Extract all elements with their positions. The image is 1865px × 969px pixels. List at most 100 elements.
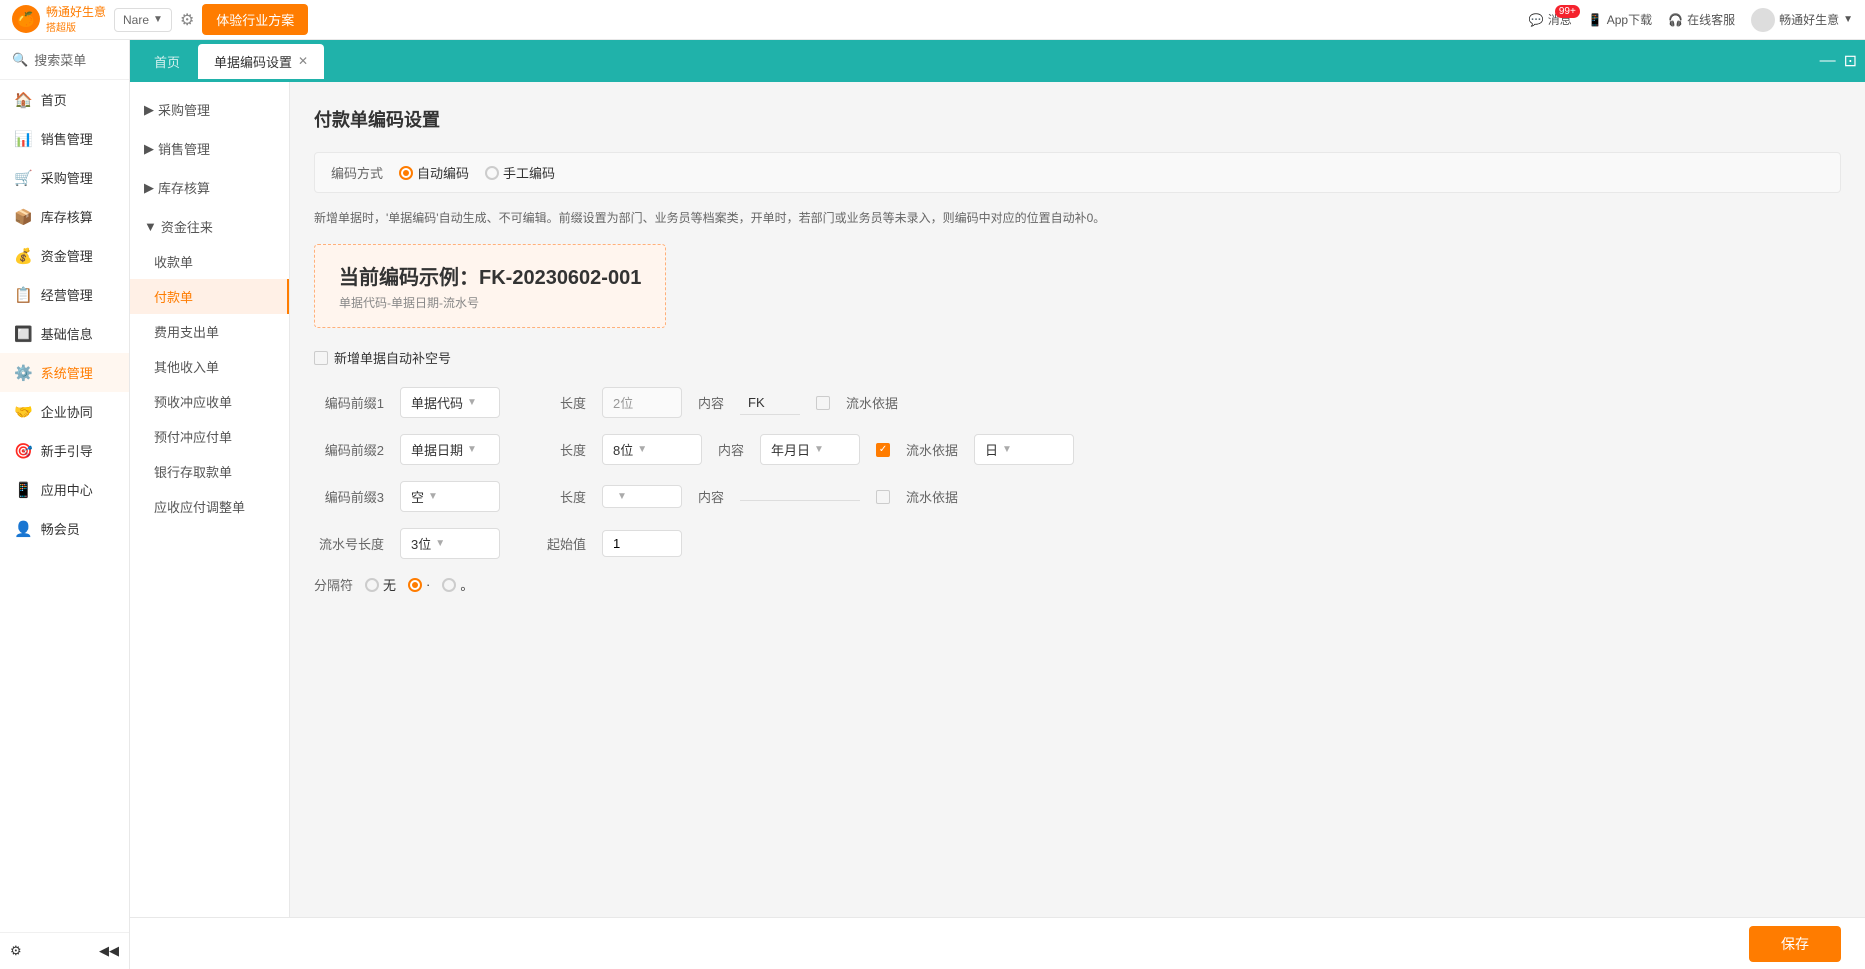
- content2-select[interactable]: 年月日 ▼: [760, 434, 860, 465]
- user-chevron-icon: ▼: [1843, 14, 1853, 25]
- sidebar-item-guide[interactable]: 🎯 新手引导: [0, 431, 129, 470]
- sep-other-radio[interactable]: 。: [442, 575, 473, 594]
- sep-none-label: 无: [383, 575, 396, 594]
- dropdown-text: Nare: [123, 13, 149, 27]
- tab-barcode-settings[interactable]: 单据编码设置 ✕: [198, 44, 324, 79]
- prefix2-label: 编码前缀2: [314, 440, 384, 459]
- sidebar-item-member[interactable]: 👤 畅会员: [0, 509, 129, 548]
- logo-sub: 搭超版: [46, 19, 106, 34]
- bottom-bar: 保存: [130, 917, 1865, 969]
- start-value-input[interactable]: [602, 530, 682, 557]
- sub-group-inventory-calc-title[interactable]: ▶ 库存核算: [130, 170, 289, 205]
- sidebar-label: 企业协同: [41, 402, 93, 421]
- sub-group-capital: ▼ 资金往来 收款单 付款单 费用支出单 其他收入单 预收冲应收单 预付冲应付单…: [130, 209, 289, 524]
- minimize-icon[interactable]: —: [1820, 52, 1836, 70]
- sub-item-payment[interactable]: 付款单: [130, 279, 289, 314]
- sidebar-bottom: ⚙ ◀◀: [0, 932, 129, 969]
- auto-fill-checkbox[interactable]: [314, 351, 328, 365]
- maximize-icon[interactable]: ⊡: [1844, 51, 1857, 71]
- gear-icon[interactable]: ⚙: [180, 10, 194, 30]
- sub-item-receipt[interactable]: 收款单: [130, 244, 289, 279]
- sub-group-sales-out-title[interactable]: ▶ 销售管理: [130, 131, 289, 166]
- sidebar-label: 基础信息: [41, 324, 93, 343]
- content3-value: [740, 492, 860, 501]
- sep-dot-radio[interactable]: ·: [408, 577, 430, 592]
- sidebar-item-finance[interactable]: 💰 资金管理: [0, 236, 129, 275]
- collapse-icon[interactable]: ◀◀: [99, 943, 119, 959]
- finance-icon: 💰: [14, 247, 33, 265]
- sub-item-prepay-pay[interactable]: 预付冲应付单: [130, 419, 289, 454]
- app-download-button[interactable]: 📱 App下载: [1588, 11, 1652, 28]
- encoding-mode-radio-group: 自动编码 手工编码: [399, 163, 555, 182]
- sidebar-item-cooperation[interactable]: 🤝 企业协同: [0, 392, 129, 431]
- online-service-button[interactable]: 🎧 在线客服: [1668, 11, 1735, 28]
- app-icon: 📱: [1588, 13, 1603, 27]
- sep-dot-circle: [408, 578, 422, 592]
- serial1-label: 流水依据: [846, 393, 898, 412]
- sub-group-purchase-title[interactable]: ▶ 采购管理: [130, 92, 289, 127]
- sales-icon: 📊: [14, 130, 33, 148]
- logo-text: 畅通好生意: [46, 5, 106, 19]
- length2-value: 8位: [613, 440, 633, 459]
- content2-label: 内容: [718, 440, 744, 459]
- chevron-right-icon: ▶: [144, 180, 154, 196]
- sub-item-other-income[interactable]: 其他收入单: [130, 349, 289, 384]
- sidebar-item-home[interactable]: 🏠 首页: [0, 80, 129, 119]
- sub-item-receive-pay-adj[interactable]: 应收应付调整单: [130, 489, 289, 524]
- length2-select[interactable]: 8位 ▼: [602, 434, 702, 465]
- prefix3-row: 编码前缀3 空 ▼ 长度 ▼ 内容 流水依据: [314, 481, 1841, 512]
- experience-button[interactable]: 体验行业方案: [202, 4, 308, 35]
- save-button[interactable]: 保存: [1749, 926, 1841, 962]
- content1-label: 内容: [698, 393, 724, 412]
- topbar-dropdown[interactable]: Nare ▼: [114, 8, 172, 32]
- sidebar-label: 库存核算: [41, 207, 93, 226]
- sidebar-search[interactable]: 🔍 搜索菜单: [0, 40, 129, 80]
- length3-select[interactable]: ▼: [602, 485, 682, 508]
- length3-label: 长度: [516, 487, 586, 506]
- sidebar-item-system[interactable]: ⚙️ 系统管理: [0, 353, 129, 392]
- sub-group-inventory-calc: ▶ 库存核算: [130, 170, 289, 205]
- prefix1-select[interactable]: 单据代码 ▼: [400, 387, 500, 418]
- prefix1-label: 编码前缀1: [314, 393, 384, 412]
- auto-fill-row: 新增单据自动补空号: [314, 348, 1841, 367]
- manual-encode-radio[interactable]: 手工编码: [485, 163, 555, 182]
- prefix2-select[interactable]: 单据日期 ▼: [400, 434, 500, 465]
- prefix3-select[interactable]: 空 ▼: [400, 481, 500, 512]
- sidebar-item-basic[interactable]: 🔲 基础信息: [0, 314, 129, 353]
- serial-length-select[interactable]: 3位 ▼: [400, 528, 500, 559]
- tab-home[interactable]: 首页: [138, 44, 196, 79]
- sidebar-item-sales[interactable]: 📊 销售管理: [0, 119, 129, 158]
- apps-icon: 📱: [14, 481, 33, 499]
- prefix3-label: 编码前缀3: [314, 487, 384, 506]
- serial2-unit-select[interactable]: 日 ▼: [974, 434, 1074, 465]
- messages-badge: 99+: [1555, 5, 1580, 18]
- guide-icon: 🎯: [14, 442, 33, 460]
- content1-value: FK: [740, 391, 800, 415]
- content3-label: 内容: [698, 487, 724, 506]
- sub-item-expense[interactable]: 费用支出单: [130, 314, 289, 349]
- sep-other-label: 。: [460, 575, 473, 594]
- settings-bottom-icon[interactable]: ⚙: [10, 943, 22, 959]
- auto-encode-radio[interactable]: 自动编码: [399, 163, 469, 182]
- logo: 🍊 畅通好生意 搭超版: [12, 5, 106, 34]
- sidebar-item-operations[interactable]: 📋 经营管理: [0, 275, 129, 314]
- message-icon: 💬: [1529, 13, 1544, 27]
- serial3-checkbox[interactable]: [876, 490, 890, 504]
- serial1-checkbox[interactable]: [816, 396, 830, 410]
- serial2-checkbox[interactable]: ✓: [876, 443, 890, 457]
- sep-none-radio[interactable]: 无: [365, 575, 396, 594]
- user-name: 畅通好生意: [1779, 11, 1839, 28]
- user-menu[interactable]: 畅通好生意 ▼: [1751, 8, 1853, 32]
- main-layout: 🔍 搜索菜单 🏠 首页 📊 销售管理 🛒 采购管理 📦 库存核算 💰 资金管理 …: [0, 40, 1865, 969]
- sidebar-item-inventory[interactable]: 📦 库存核算: [0, 197, 129, 236]
- sidebar-label: 应用中心: [41, 480, 93, 499]
- serial2-label: 流水依据: [906, 440, 958, 459]
- sub-group-capital-title[interactable]: ▼ 资金往来: [130, 209, 289, 244]
- sub-item-prepay-receive[interactable]: 预收冲应收单: [130, 384, 289, 419]
- sidebar-item-apps[interactable]: 📱 应用中心: [0, 470, 129, 509]
- sidebar-item-purchase[interactable]: 🛒 采购管理: [0, 158, 129, 197]
- tab-close-icon[interactable]: ✕: [298, 54, 308, 68]
- messages-button[interactable]: 💬 消息 99+: [1529, 11, 1572, 28]
- sub-item-bank-deposit[interactable]: 银行存取款单: [130, 454, 289, 489]
- code-example-code: FK-20230602-001: [479, 267, 641, 289]
